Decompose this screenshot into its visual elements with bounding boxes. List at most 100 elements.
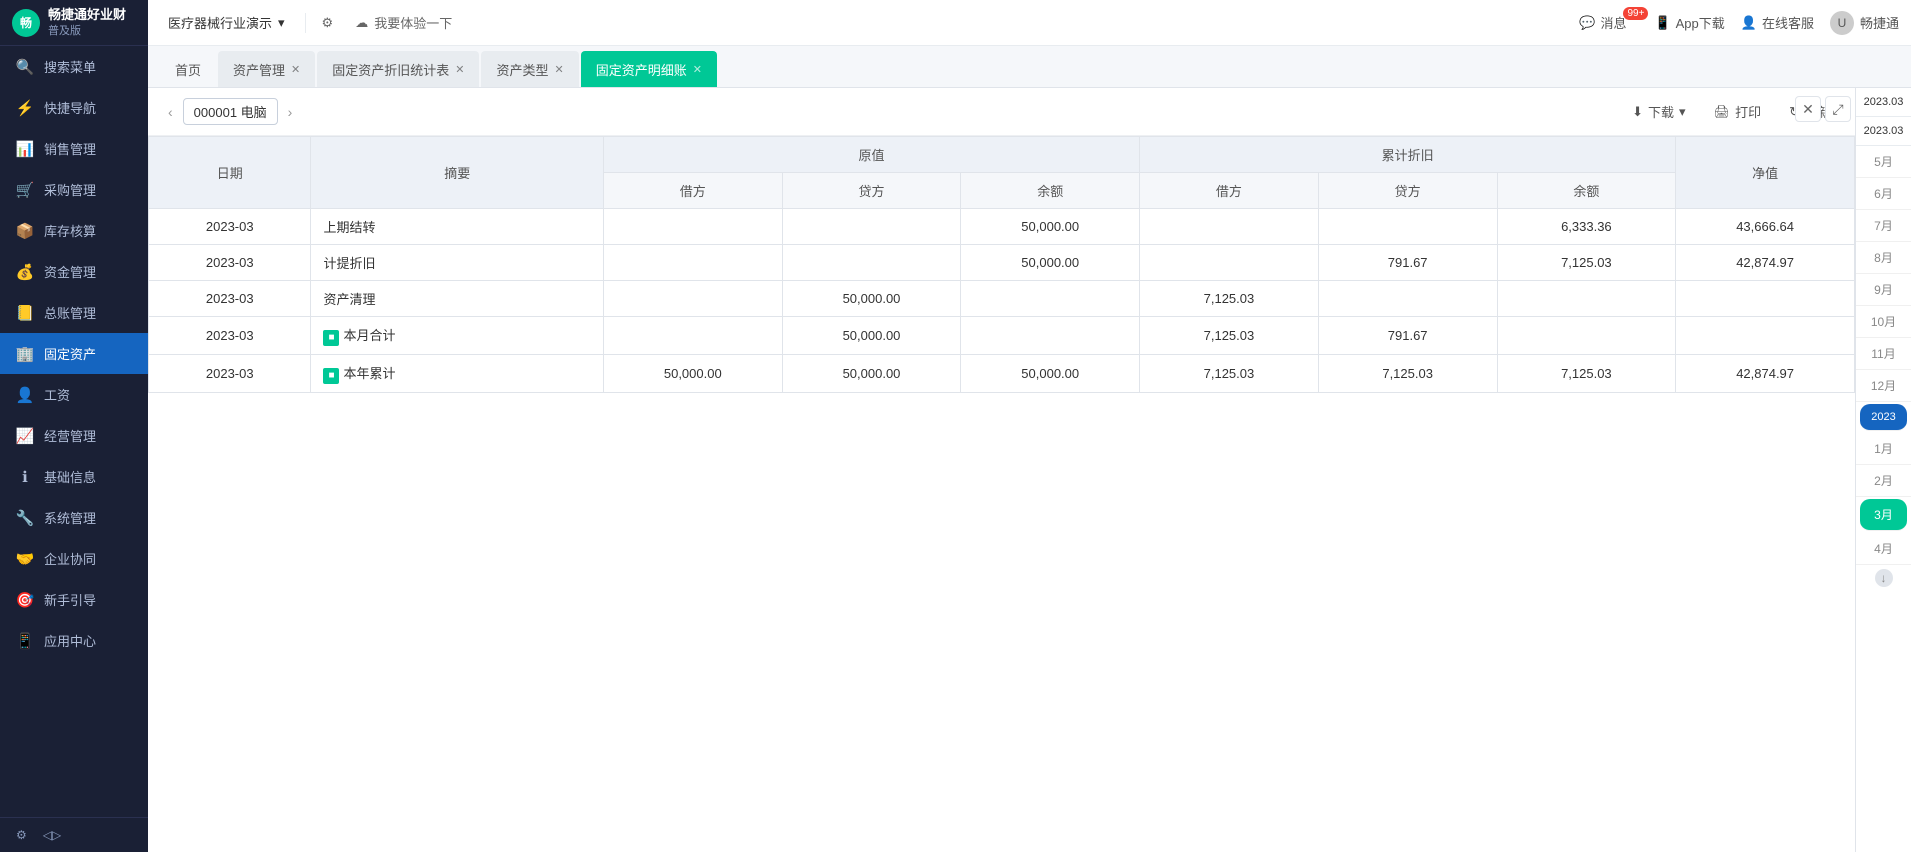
sidebar-label-search: 搜索菜单 — [44, 57, 96, 76]
tab-depreciation-close[interactable]: ✕ — [455, 63, 464, 76]
sidebar-item-sales[interactable]: 📊 销售管理 — [0, 128, 148, 169]
col-acc-debit: 借方 — [1140, 173, 1319, 209]
timeline-item[interactable]: 4月 — [1856, 533, 1911, 565]
sidebar-item-quick-nav[interactable]: ⚡ 快捷导航 — [0, 87, 148, 128]
sidebar-icon-quick-nav: ⚡ — [16, 99, 34, 117]
panel-close-button[interactable]: ✕ — [1795, 96, 1821, 122]
timeline-item[interactable]: 12月 — [1856, 370, 1911, 402]
table-cell-summary: 资产清理 — [311, 281, 603, 317]
download-button[interactable]: ⬇ 下载 ▾ — [1624, 98, 1693, 125]
sidebar-collapse-icon[interactable]: ◁▷ — [43, 828, 61, 842]
main-content: ‹ 000001 电脑 › ⬇ 下载 ▾ 🖨 打印 — [148, 88, 1911, 852]
sidebar-icon-search: 🔍 — [16, 58, 34, 76]
timeline-item[interactable]: 7月 — [1856, 210, 1911, 242]
timeline-item[interactable]: 1月 — [1856, 433, 1911, 465]
sidebar-item-system[interactable]: 🔧 系统管理 — [0, 497, 148, 538]
tab-depreciation-table[interactable]: 固定资产折旧统计表 ✕ — [317, 51, 479, 87]
table-cell: 7,125.03 — [1497, 245, 1676, 281]
timeline-item[interactable]: 9月 — [1856, 274, 1911, 306]
sidebar-item-finance[interactable]: 💰 资金管理 — [0, 251, 148, 292]
table-cell: 43,666.64 — [1676, 209, 1855, 245]
table-cell — [961, 317, 1140, 355]
online-service-label: 在线客服 — [1762, 13, 1814, 32]
sidebar-settings-icon[interactable]: ⚙ — [16, 828, 27, 842]
topbar-separator — [305, 13, 306, 33]
sidebar-item-base-info[interactable]: ℹ 基础信息 — [0, 456, 148, 497]
table-cell — [603, 317, 782, 355]
print-label: 打印 — [1735, 102, 1761, 121]
sidebar-item-search[interactable]: 🔍 搜索菜单 — [0, 46, 148, 87]
table-row: 2023-03■本年累计50,000.0050,000.0050,000.007… — [149, 355, 1855, 393]
tab-asset-type-close[interactable]: ✕ — [555, 63, 564, 76]
app-download-button[interactable]: 📱 App下载 — [1654, 13, 1724, 32]
tab-home[interactable]: 首页 — [160, 51, 216, 87]
tab-asset-detail-close[interactable]: ✕ — [693, 63, 702, 76]
sidebar-label-system: 系统管理 — [44, 508, 96, 527]
tab-asset-type[interactable]: 资产类型 ✕ — [481, 51, 578, 87]
experience-button[interactable]: ☁ 我要体验一下 — [345, 9, 462, 36]
user-avatar-button[interactable]: U 畅捷通 — [1830, 11, 1899, 35]
table-cell: 2023-03 — [149, 317, 311, 355]
sidebar-nav: 🔍 搜索菜单⚡ 快捷导航📊 销售管理🛒 采购管理📦 库存核算💰 资金管理📒 总账… — [0, 46, 148, 817]
table-row: 2023-03上期结转50,000.006,333.3643,666.64 — [149, 209, 1855, 245]
timeline-item[interactable]: 6月 — [1856, 178, 1911, 210]
timeline-collapse-button[interactable]: ↓ — [1875, 569, 1893, 587]
timeline-item[interactable]: 10月 — [1856, 306, 1911, 338]
sidebar-label-purchase: 采购管理 — [44, 180, 96, 199]
col-group-accumulated: 累计折旧 — [1140, 137, 1676, 173]
sidebar-icon-base-info: ℹ — [16, 468, 34, 486]
timeline-item[interactable]: 11月 — [1856, 338, 1911, 370]
sidebar-item-payroll[interactable]: 👤 工资 — [0, 374, 148, 415]
table-cell: 50,000.00 — [782, 355, 961, 393]
panel-controls: ✕ ⤢ — [1795, 96, 1851, 122]
table-row: 2023-03资产清理50,000.007,125.03 — [149, 281, 1855, 317]
sidebar-item-cooperation[interactable]: 🤝 企业协同 — [0, 538, 148, 579]
timeline-item[interactable]: 2月 — [1856, 465, 1911, 497]
col-acc-balance: 余额 — [1497, 173, 1676, 209]
print-button[interactable]: 🖨 打印 — [1706, 98, 1770, 125]
sidebar-label-quick-nav: 快捷导航 — [44, 98, 96, 117]
timeline-header-2[interactable]: 2023.03 — [1856, 117, 1911, 146]
table-cell — [1140, 209, 1319, 245]
table-cell — [1318, 281, 1497, 317]
online-service-button[interactable]: 👤 在线客服 — [1741, 13, 1814, 32]
sidebar-icon-guide: 🎯 — [16, 591, 34, 609]
col-header-date: 日期 — [149, 137, 311, 209]
table-cell — [782, 209, 961, 245]
company-selector[interactable]: 医疗器械行业演示 ▾ — [160, 9, 293, 36]
sidebar-item-purchase[interactable]: 🛒 采购管理 — [0, 169, 148, 210]
company-name: 医疗器械行业演示 — [168, 13, 272, 32]
table-cell-summary: 上期结转 — [311, 209, 603, 245]
print-icon: 🖨 — [1714, 104, 1731, 120]
sidebar-item-guide[interactable]: 🎯 新手引导 — [0, 579, 148, 620]
table-cell: 7,125.03 — [1497, 355, 1676, 393]
prev-asset-button[interactable]: ‹ — [164, 102, 177, 122]
next-asset-button[interactable]: › — [284, 102, 297, 122]
table-cell: 2023-03 — [149, 209, 311, 245]
sidebar-item-ledger[interactable]: 📒 总账管理 — [0, 292, 148, 333]
tab-asset-management[interactable]: 资产管理 ✕ — [218, 51, 315, 87]
timeline-panel: 2023.03 2023.03 5月6月7月8月9月10月11月12月20231… — [1855, 88, 1911, 852]
timeline-item[interactable]: 3月 — [1860, 499, 1907, 531]
sidebar-icon-cooperation: 🤝 — [16, 550, 34, 568]
topbar-setting-button[interactable]: ⚙ — [318, 11, 338, 35]
tab-asset-management-close[interactable]: ✕ — [291, 63, 300, 76]
message-button[interactable]: 💬 消息 99+ — [1579, 13, 1638, 32]
table-cell — [1318, 209, 1497, 245]
asset-code-display: 000001 电脑 — [183, 98, 278, 125]
sidebar-item-inventory[interactable]: 📦 库存核算 — [0, 210, 148, 251]
sidebar-item-business[interactable]: 📈 经营管理 — [0, 415, 148, 456]
sidebar-item-app-center[interactable]: 📱 应用中心 — [0, 620, 148, 661]
sidebar-icon-business: 📈 — [16, 427, 34, 445]
timeline-item[interactable]: 2023 — [1860, 404, 1907, 431]
col-orig-credit: 贷方 — [782, 173, 961, 209]
timeline-item[interactable]: 5月 — [1856, 146, 1911, 178]
sidebar-header: 畅 畅捷通好业财 普及版 — [0, 0, 148, 46]
timeline-item[interactable]: 8月 — [1856, 242, 1911, 274]
timeline-header-1[interactable]: 2023.03 — [1856, 88, 1911, 117]
ledger-table-wrap: 日期 摘要 原值 累计折旧 净值 借方 贷方 余额 借方 — [148, 136, 1855, 852]
tab-asset-detail[interactable]: 固定资产明细账 ✕ — [581, 51, 717, 87]
sidebar-item-fixed-assets[interactable]: 🏢 固定资产 — [0, 333, 148, 374]
panel-expand-button[interactable]: ⤢ — [1825, 96, 1851, 122]
user-icon: U — [1830, 11, 1854, 35]
